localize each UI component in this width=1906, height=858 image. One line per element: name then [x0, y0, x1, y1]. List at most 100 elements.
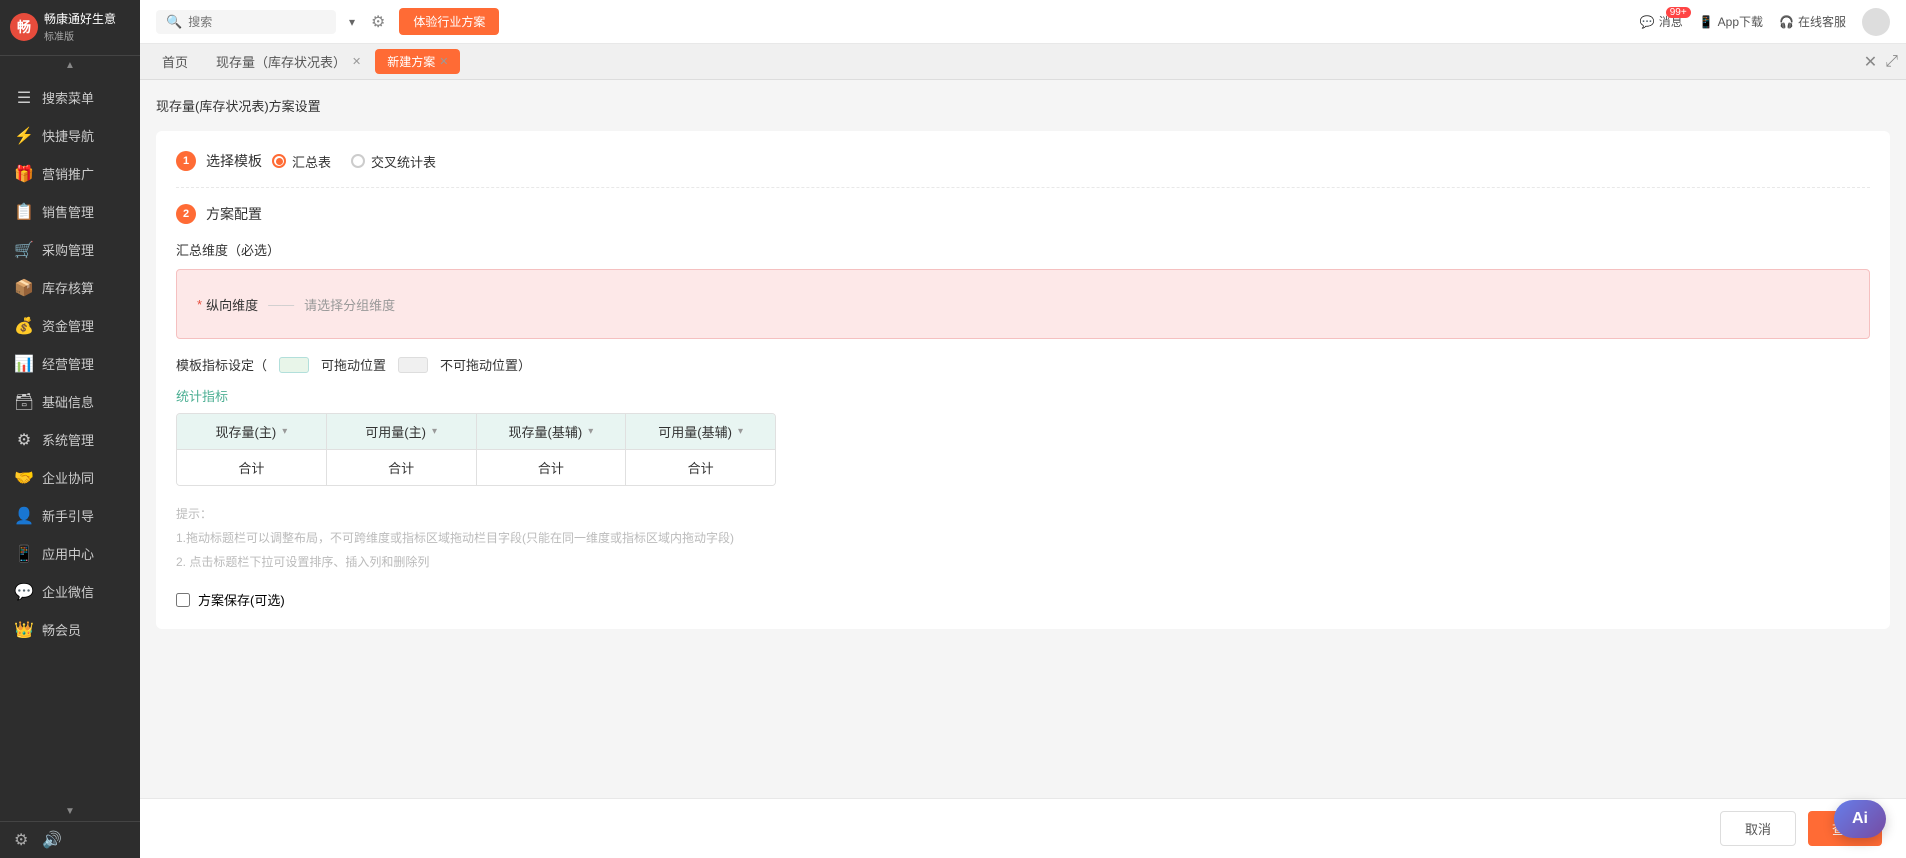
topbar: 🔍 ▾ ⚙ 体验行业方案 💬 消息 99+ 📱 App下载 🎧 在线客服 [140, 0, 1906, 44]
section1-num: 1 [176, 151, 196, 171]
radio-label-cross: 交叉统计表 [371, 152, 436, 171]
footer: 取消 查询 [140, 798, 1906, 858]
settings-icon[interactable]: ⚙ [14, 830, 28, 850]
user-avatar[interactable] [1862, 8, 1890, 36]
col-arrow-2[interactable]: ▾ [588, 426, 593, 437]
tips-title: 提示： [176, 502, 1870, 526]
stats-header-col-3[interactable]: 可用量(基辅)▾ [626, 414, 775, 449]
radio-circle-summary [272, 154, 286, 168]
stats-row-col-2: 合计 [477, 450, 627, 485]
nav-label-purchase: 采购管理 [42, 240, 94, 259]
tab-bar: 首页 现存量（库存状况表） ✕ 新建方案 ✕ ✕ ⤢ [140, 44, 1906, 80]
sidebar-item-finance[interactable]: 💰资金管理 [0, 307, 140, 345]
topbar-dropdown[interactable]: ▾ [346, 15, 355, 29]
dimension-area[interactable]: * 纵向维度 —— 请选择分组维度 [176, 269, 1870, 339]
search-input[interactable] [188, 15, 326, 29]
nav-label-cooperation: 企业协同 [42, 468, 94, 487]
nav-icon-member: 👑 [14, 620, 34, 640]
sidebar-item-wechat[interactable]: 💬企业微信 [0, 573, 140, 611]
movable-label: 可拖动位置 [321, 355, 386, 374]
nav-label-basic-info: 基础信息 [42, 392, 94, 411]
sidebar-item-app-center[interactable]: 📱应用中心 [0, 535, 140, 573]
stats-row-col-1: 合计 [327, 450, 477, 485]
sidebar-item-basic-info[interactable]: 🗃基础信息 [0, 383, 140, 421]
nav-icon-inventory: 📦 [14, 278, 34, 298]
radio-circle-cross [351, 154, 365, 168]
stats-row-col-3: 合计 [626, 450, 775, 485]
tab-new-label: 新建方案 [387, 53, 435, 70]
close-btn[interactable]: ✕ [1864, 52, 1877, 72]
sidebar-logo: 畅 畅康通好生意 标准版 [0, 0, 140, 56]
nav-label-marketing: 营销推广 [42, 164, 94, 183]
chevron-down-icon: ▾ [349, 15, 355, 29]
app-logo-text: 畅康通好生意 标准版 [44, 12, 116, 43]
tab-new-close-icon[interactable]: ✕ [439, 55, 448, 68]
radio-summary[interactable]: 汇总表 [272, 152, 331, 171]
sidebar: 畅 畅康通好生意 标准版 ▲ ☰搜索菜单⚡快捷导航🎁营销推广📋销售管理🛒采购管理… [0, 0, 140, 858]
stats-header-col-1[interactable]: 可用量(主) ▾ [327, 414, 477, 449]
nav-icon-newbie: 👤 [14, 506, 34, 526]
sidebar-item-quick-nav[interactable]: ⚡快捷导航 [0, 117, 140, 155]
nav-icon-cooperation: 🤝 [14, 468, 34, 488]
nav-label-member: 畅会员 [42, 620, 81, 639]
sidebar-item-member[interactable]: 👑 畅会员 [0, 611, 140, 649]
col-arrow-3[interactable]: ▾ [738, 426, 743, 437]
save-checkbox[interactable] [176, 593, 190, 607]
page-title: 现存量(库存状况表)方案设置 [156, 96, 1890, 115]
topbar-search-box[interactable]: 🔍 [156, 10, 336, 34]
sidebar-item-inventory[interactable]: 📦 库存核算 [0, 269, 140, 307]
gear-icon[interactable]: ⚙ [371, 12, 385, 32]
indicator-label: 模板指标设定（ [176, 355, 267, 374]
tab-inventory-close-icon[interactable]: ✕ [352, 55, 361, 68]
online-service-badge[interactable]: 🎧 在线客服 [1779, 13, 1846, 30]
save-row: 方案保存(可选) [176, 590, 1870, 609]
content-area: 现存量(库存状况表)方案设置 1 选择模板 汇总表交叉统计表 2 方案配置 汇总… [140, 80, 1906, 798]
col-arrow-1[interactable]: ▾ [432, 426, 437, 437]
fixed-indicator [398, 357, 428, 373]
required-mark: * [197, 297, 202, 312]
tab-new-plan[interactable]: 新建方案 ✕ [375, 49, 460, 74]
sidebar-scroll-down[interactable]: ▼ [0, 802, 140, 821]
sidebar-item-cooperation[interactable]: 🤝 企业协同 [0, 459, 140, 497]
cancel-button[interactable]: 取消 [1720, 811, 1796, 846]
nav-icon-search-menu: ☰ [14, 88, 34, 108]
section2-num: 2 [176, 204, 196, 224]
sidebar-item-newbie[interactable]: 👤新手引导 [0, 497, 140, 535]
nav-icon-app-center: 📱 [14, 544, 34, 564]
messages-badge[interactable]: 💬 消息 99+ [1640, 13, 1683, 30]
expand-btn[interactable]: ⤢ [1885, 52, 1898, 72]
sidebar-nav: ☰搜索菜单⚡快捷导航🎁营销推广📋销售管理🛒采购管理 📦 库存核算 💰资金管理📊经营管理… [0, 75, 140, 802]
tab-inventory-status[interactable]: 现存量（库存状况表） ✕ [202, 46, 375, 77]
col-label-1: 可用量(主) [365, 422, 426, 441]
sidebar-item-sales[interactable]: 📋销售管理 [0, 193, 140, 231]
dim-line: —— [268, 297, 294, 312]
tab-home[interactable]: 首页 [148, 46, 202, 77]
sidebar-item-system[interactable]: ⚙系统管理 [0, 421, 140, 459]
nav-icon-finance: 💰 [14, 316, 34, 336]
stats-header-col-0[interactable]: 现存量(主)▾ [177, 414, 327, 449]
app-download-badge[interactable]: 📱 App下载 [1699, 13, 1763, 30]
volume-icon[interactable]: 🔊 [42, 830, 62, 850]
stats-table: 现存量(主)▾可用量(主)▾现存量(基辅)▾可用量(基辅)▾ 合计合计合计合计 [176, 413, 776, 486]
sidebar-item-purchase[interactable]: 🛒采购管理 [0, 231, 140, 269]
section2-title: 方案配置 [206, 204, 262, 224]
stats-row-col-0: 合计 [177, 450, 327, 485]
col-arrow-0[interactable]: ▾ [282, 426, 287, 437]
sidebar-item-search-menu[interactable]: ☰搜索菜单 [0, 79, 140, 117]
sidebar-item-marketing[interactable]: 🎁营销推广 [0, 155, 140, 193]
section2-header: 2 方案配置 [176, 204, 1870, 224]
radio-cross[interactable]: 交叉统计表 [351, 152, 436, 171]
sidebar-item-operation[interactable]: 📊经营管理 [0, 345, 140, 383]
radio-label-summary: 汇总表 [292, 152, 331, 171]
nav-label-inventory: 库存核算 [42, 278, 94, 297]
sidebar-scroll-up[interactable]: ▲ [0, 56, 140, 75]
ai-button[interactable]: Ai [1834, 800, 1886, 838]
section-divider [176, 187, 1870, 188]
col-label-2: 现存量(基辅) [509, 422, 583, 441]
stats-header-col-2[interactable]: 现存量(基辅) ▾ [477, 414, 627, 449]
headset-icon: 🎧 [1779, 15, 1794, 29]
message-icon: 💬 [1640, 15, 1655, 29]
trial-btn[interactable]: 体验行业方案 [399, 8, 499, 35]
settings-card: 1 选择模板 汇总表交叉统计表 2 方案配置 汇总维度（必选） * 纵向维度 —… [156, 131, 1890, 629]
section1-header: 1 选择模板 汇总表交叉统计表 [176, 151, 1870, 171]
